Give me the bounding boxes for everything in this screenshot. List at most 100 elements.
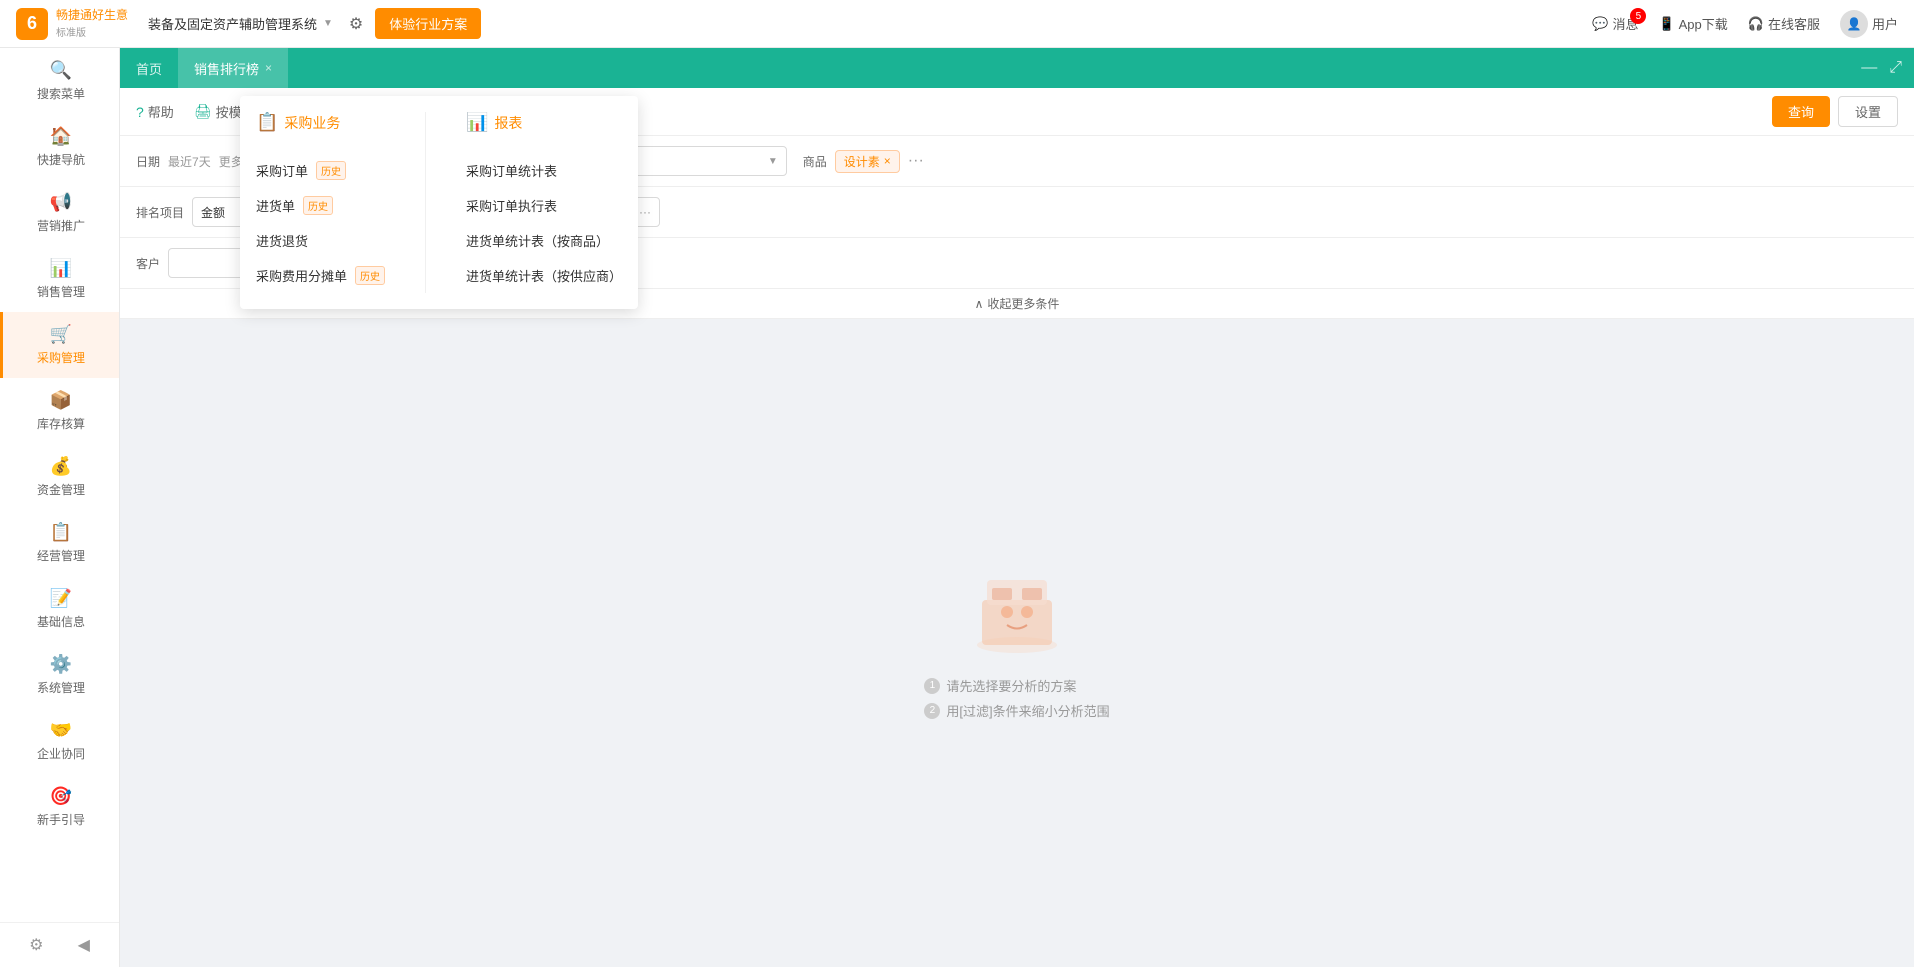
collapse-sidebar-icon[interactable]: ◀ xyxy=(78,935,90,955)
money-icon: 💰 xyxy=(50,456,72,477)
logo-tag: 标准版 xyxy=(56,24,128,39)
logo-icon: 6 xyxy=(16,8,48,40)
dropdown-item-purchase-incoming[interactable]: 进货单 历史 xyxy=(256,188,385,223)
date-shortcut-week[interactable]: 最近7天 xyxy=(168,153,211,170)
purchase-header-label: 采购业务 xyxy=(284,113,340,133)
dropdown-menu: 📋 采购业务 采购订单 历史 进货单 历史 进货退货 采购费用分摊单 历史 xyxy=(240,96,638,309)
cart-icon: 🛒 xyxy=(50,324,72,345)
sidebar-item-system[interactable]: ⚙️ 系统管理 xyxy=(0,642,119,708)
chevron-down-icon: ▼ xyxy=(323,18,333,29)
handshake-icon: 🤝 xyxy=(50,720,72,741)
search-icon: 🔍 xyxy=(50,60,72,81)
headset-icon: 🎧 xyxy=(1748,16,1764,32)
sidebar-item-basic-info[interactable]: 📝 基础信息 xyxy=(0,576,119,642)
goods-label: 商品 xyxy=(803,153,827,170)
purchase-incoming-label: 进货单 xyxy=(256,196,295,215)
user-label: 用户 xyxy=(1872,14,1898,33)
content-area: 首页 销售排行榜 × — ⤢ ? 帮助 🖨 按模板打印 ▼ ↗ xyxy=(120,48,1914,967)
help-icon: ? xyxy=(136,104,144,120)
tab-home[interactable]: 首页 xyxy=(120,48,178,88)
dropdown-item-purchase-order[interactable]: 采购订单 历史 xyxy=(256,153,385,188)
sidebar-item-sales[interactable]: 📊 销售管理 xyxy=(0,246,119,312)
sidebar-label-inventory: 库存核算 xyxy=(37,415,85,432)
sidebar-label-purchase: 采购管理 xyxy=(37,349,85,366)
tab-minimize-btn[interactable]: — xyxy=(1857,55,1881,81)
collapse-btn[interactable]: ∧ 收起更多条件 xyxy=(975,295,1060,312)
dropdown-item-incoming-stats-goods[interactable]: 进货单统计表（按商品） xyxy=(466,223,622,258)
top-bar: 6 畅捷通好生意 标准版 装备及固定资产辅助管理系统 ▼ ⚙ 体验行业方案 💬 … xyxy=(0,0,1914,48)
goods-more-icon[interactable]: ··· xyxy=(908,152,924,170)
help-toolbar-item[interactable]: ? 帮助 xyxy=(136,102,174,121)
gear-icon[interactable]: ⚙ xyxy=(349,14,363,34)
purchase-order-label: 采购订单 xyxy=(256,161,308,180)
bill-status-chevron: ▼ xyxy=(768,156,778,167)
sidebar-label-search: 搜索菜单 xyxy=(37,85,85,102)
empty-state: 1 请先选择要分析的方案 2 用[过滤]条件来缩小分析范围 xyxy=(120,319,1914,967)
sidebar-label-finance: 资金管理 xyxy=(37,481,85,498)
message-icon: 💬 xyxy=(1592,16,1608,32)
goods-tag: 设计素 × xyxy=(835,150,900,173)
clipboard-icon: 📋 xyxy=(50,522,72,543)
sidebar-label-navigation: 快捷导航 xyxy=(37,151,85,168)
dropdown-item-purchase-return[interactable]: 进货退货 xyxy=(256,223,385,258)
purchase-header-icon: 📋 xyxy=(256,112,278,133)
sidebar-label-system: 系统管理 xyxy=(37,679,85,696)
message-badge: 5 xyxy=(1630,8,1646,24)
system-selector[interactable]: 装备及固定资产辅助管理系统 ▼ xyxy=(148,14,333,33)
tab-sales-ranking-label: 销售排行榜 xyxy=(194,59,259,78)
report-header-icon: 📊 xyxy=(466,112,488,133)
dropdown-report-col: 📊 报表 采购订单统计表 采购订单执行表 进货单统计表（按商品） 进货单统计表（… xyxy=(466,112,622,293)
goods-tag-close-icon[interactable]: × xyxy=(884,154,891,168)
date-label: 日期 xyxy=(136,153,160,170)
sidebar-item-management[interactable]: 📋 经营管理 xyxy=(0,510,119,576)
empty-dot-1: 1 xyxy=(924,678,940,694)
tab-sales-ranking[interactable]: 销售排行榜 × xyxy=(178,48,288,88)
message-item[interactable]: 💬 消息 5 xyxy=(1592,14,1638,33)
megaphone-icon: 📢 xyxy=(50,192,72,213)
chart-icon: 📊 xyxy=(50,258,72,279)
sidebar-item-guide[interactable]: 🎯 新手引导 xyxy=(0,774,119,840)
sidebar-item-inventory[interactable]: 📦 库存核算 xyxy=(0,378,119,444)
sidebar-item-navigation[interactable]: 🏠 快捷导航 xyxy=(0,114,119,180)
order-exec-label: 采购订单执行表 xyxy=(466,196,557,215)
dropdown-item-purchase-expense[interactable]: 采购费用分摊单 历史 xyxy=(256,258,385,293)
rank-label: 排名项目 xyxy=(136,204,184,221)
setting-button[interactable]: 设置 xyxy=(1838,96,1898,127)
app-download-item[interactable]: 📱 App下载 xyxy=(1658,14,1727,33)
goods-tag-text: 设计素 xyxy=(844,153,880,170)
dropdown-item-order-exec[interactable]: 采购订单执行表 xyxy=(466,188,622,223)
sidebar-item-marketing[interactable]: 📢 营销推广 xyxy=(0,180,119,246)
empty-dot-2: 2 xyxy=(924,703,940,719)
app-download-label: App下载 xyxy=(1679,14,1728,33)
rank-value: 金额 xyxy=(201,204,225,221)
sidebar-item-purchase[interactable]: 🛒 采购管理 xyxy=(0,312,119,378)
online-service-item[interactable]: 🎧 在线客服 xyxy=(1748,14,1820,33)
tab-close-icon[interactable]: × xyxy=(265,61,272,75)
dropdown-item-incoming-stats-supplier[interactable]: 进货单统计表（按供应商） xyxy=(466,258,622,293)
sidebar-item-search[interactable]: 🔍 搜索菜单 xyxy=(0,48,119,114)
dropdown-purchase-header: 📋 采购业务 xyxy=(256,112,385,141)
collapse-up-icon: ∧ xyxy=(975,297,984,311)
empty-illustration xyxy=(957,560,1077,660)
tab-bar-right: — ⤢ xyxy=(1857,55,1914,81)
sidebar-item-collaboration[interactable]: 🤝 企业协同 xyxy=(0,708,119,774)
help-label: 帮助 xyxy=(148,102,174,121)
top-bar-right: 💬 消息 5 📱 App下载 🎧 在线客服 👤 用户 xyxy=(1592,10,1898,38)
query-button[interactable]: 查询 xyxy=(1772,96,1830,127)
sidebar-label-guide: 新手引导 xyxy=(37,811,85,828)
empty-text: 1 请先选择要分析的方案 2 用[过滤]条件来缩小分析范围 xyxy=(924,676,1109,726)
box-icon: 📦 xyxy=(50,390,72,411)
purchase-return-label: 进货退货 xyxy=(256,231,308,250)
dropdown-purchase-col: 📋 采购业务 采购订单 历史 进货单 历史 进货退货 采购费用分摊单 历史 xyxy=(256,112,385,293)
sidebar-label-collaboration: 企业协同 xyxy=(37,745,85,762)
customer-label: 客户 xyxy=(136,255,160,272)
tab-bar: 首页 销售排行榜 × — ⤢ xyxy=(120,48,1914,88)
tab-maximize-btn[interactable]: ⤢ xyxy=(1885,55,1906,81)
home-icon: 🏠 xyxy=(50,126,72,147)
settings-bottom-icon[interactable]: ⚙ xyxy=(29,935,43,955)
dropdown-item-order-stats[interactable]: 采购订单统计表 xyxy=(466,153,622,188)
sidebar-item-finance[interactable]: 💰 资金管理 xyxy=(0,444,119,510)
user-item[interactable]: 👤 用户 xyxy=(1840,10,1898,38)
print-icon: 🖨 xyxy=(194,103,212,120)
industry-btn[interactable]: 体验行业方案 xyxy=(375,8,481,39)
